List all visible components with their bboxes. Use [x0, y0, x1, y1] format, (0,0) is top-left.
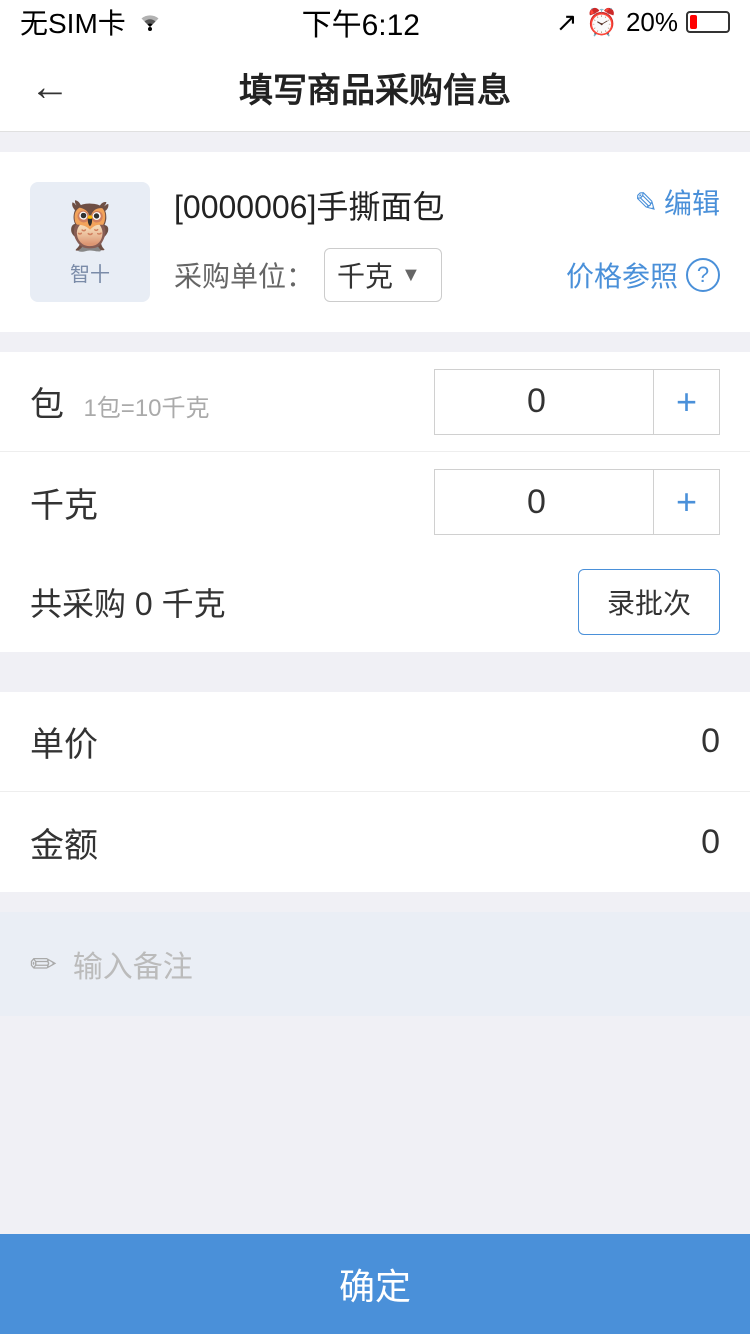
bag-label: 包: [30, 386, 64, 424]
summary-prefix: 共采购: [30, 586, 126, 622]
status-bar: 无SIM卡 下午6:12 ↗ ⏰ 20%: [0, 0, 750, 44]
carrier-text: 无SIM卡: [20, 2, 126, 42]
unit-select-value: 千克: [337, 255, 393, 295]
product-unit-row: 采购单位： 千克 ▼ 价格参照 ?: [174, 248, 720, 302]
alarm-icon: ⏰: [586, 7, 618, 38]
kg-input-row: 千克 +: [0, 452, 750, 552]
bag-label-group: 包 1包=10千克: [30, 377, 434, 426]
product-owl-icon: 🦉: [60, 197, 120, 254]
bag-quantity-input[interactable]: [434, 369, 654, 435]
page-title: 填写商品采购信息: [239, 63, 511, 112]
kg-plus-button[interactable]: +: [654, 469, 720, 535]
battery-indicator: [686, 11, 730, 33]
content-spacer: [0, 1016, 750, 1216]
kg-plus-icon: +: [676, 481, 697, 523]
product-image: 🦉 智十: [30, 182, 150, 302]
kg-label: 千克: [30, 478, 434, 527]
wifi-icon: [134, 6, 166, 38]
confirm-button[interactable]: 确定: [0, 1234, 750, 1334]
summary-row: 共采购 0 千克 录批次: [0, 552, 750, 652]
notes-section[interactable]: ✏ 输入备注: [0, 912, 750, 1016]
price-ref-label: 价格参照: [566, 255, 678, 295]
bag-plus-button[interactable]: +: [654, 369, 720, 435]
dropdown-arrow-icon: ▼: [401, 264, 421, 287]
summary-unit: 千克: [162, 586, 226, 622]
kg-quantity-input[interactable]: [434, 469, 654, 535]
back-button[interactable]: ←: [30, 65, 70, 110]
unit-price-value: 0: [701, 722, 720, 761]
battery-percent: 20%: [626, 7, 678, 38]
amount-value: 0: [701, 823, 720, 862]
notes-placeholder: 输入备注: [73, 942, 193, 986]
help-icon: ?: [686, 258, 720, 292]
status-time: 下午6:12: [302, 0, 420, 44]
bag-input-right: +: [434, 369, 720, 435]
unit-price-label: 单价: [30, 717, 98, 766]
divider-1: [0, 332, 750, 352]
edit-label: 编辑: [664, 182, 720, 222]
unit-label-text: 采购单位：: [174, 255, 314, 295]
kg-input-right: +: [434, 469, 720, 535]
unit-select-dropdown[interactable]: 千克 ▼: [324, 248, 442, 302]
amount-label: 金额: [30, 818, 98, 867]
bag-sublabel: 1包=10千克: [83, 395, 209, 422]
edit-icon: ✎: [635, 186, 658, 219]
status-right: ↗ ⏰ 20%: [556, 7, 730, 38]
product-header: [0000006]手撕面包 ✎ 编辑: [174, 182, 720, 228]
nav-bar: ← 填写商品采购信息: [0, 44, 750, 132]
divider-2: [0, 652, 750, 672]
summary-amount: 0: [135, 586, 153, 622]
bag-input-row: 包 1包=10千克 +: [0, 352, 750, 452]
product-name: [0000006]手撕面包: [174, 182, 444, 228]
pencil-icon: ✏: [30, 945, 57, 983]
product-card: 🦉 智十 [0000006]手撕面包 ✎ 编辑 采购单位： 千克 ▼ 价格参照 …: [0, 152, 750, 332]
price-section: 单价 0 金额 0: [0, 692, 750, 892]
edit-button[interactable]: ✎ 编辑: [635, 182, 720, 222]
plus-icon: +: [676, 381, 697, 423]
unit-price-row: 单价 0: [0, 692, 750, 792]
product-info: [0000006]手撕面包 ✎ 编辑 采购单位： 千克 ▼ 价格参照 ?: [174, 182, 720, 302]
status-left: 无SIM卡: [20, 2, 166, 42]
unit-left: 采购单位： 千克 ▼: [174, 248, 442, 302]
product-image-label: 智十: [70, 258, 110, 287]
location-icon: ↗: [556, 7, 578, 38]
summary-text: 共采购 0 千克: [30, 579, 226, 625]
price-reference-button[interactable]: 价格参照 ?: [566, 255, 720, 295]
batch-button[interactable]: 录批次: [578, 569, 720, 635]
input-section: 包 1包=10千克 + 千克 +: [0, 352, 750, 552]
amount-row: 金额 0: [0, 792, 750, 892]
